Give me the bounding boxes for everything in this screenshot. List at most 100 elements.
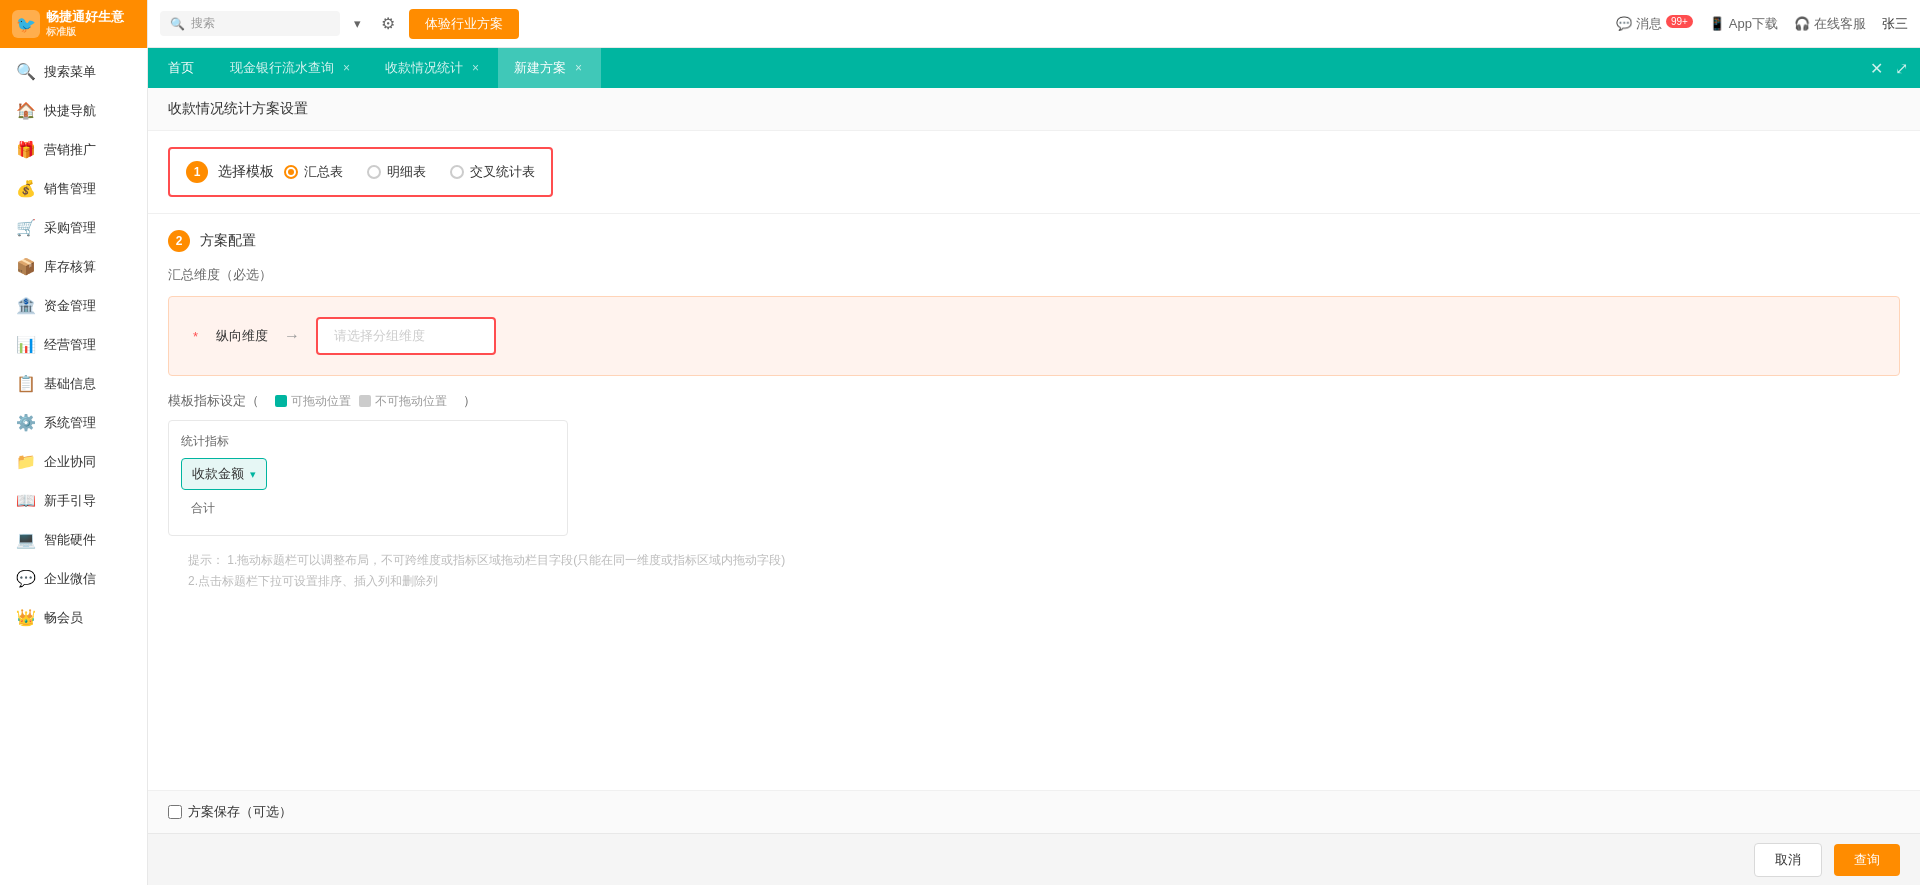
chat-icon: 💬 bbox=[16, 569, 36, 588]
home-icon: 🏠 bbox=[16, 101, 36, 120]
cart-icon: 🛒 bbox=[16, 218, 36, 237]
radio-detail-label: 明细表 bbox=[387, 163, 426, 181]
sidebar-item-system[interactable]: ⚙️ 系统管理 bbox=[0, 403, 147, 442]
tab-cash-query[interactable]: 现金银行流水查询 × bbox=[214, 48, 369, 88]
sidebar-item-enterprise[interactable]: 📁 企业协同 bbox=[0, 442, 147, 481]
sidebar-item-label: 资金管理 bbox=[44, 297, 96, 315]
dimension-title: 汇总维度（必选） bbox=[168, 266, 1900, 284]
book-icon: 📖 bbox=[16, 491, 36, 510]
messages-label: 消息 bbox=[1636, 15, 1662, 33]
content-area: 收款情况统计方案设置 1 选择模板 汇总表 bbox=[148, 88, 1920, 833]
save-section: 方案保存（可选） bbox=[148, 790, 1920, 833]
sidebar-item-wechat[interactable]: 💬 企业微信 bbox=[0, 559, 147, 598]
tab-cash-query-close[interactable]: × bbox=[340, 60, 353, 76]
save-checkbox-row: 方案保存（可选） bbox=[168, 803, 1900, 821]
service-item[interactable]: 🎧 在线客服 bbox=[1794, 15, 1866, 33]
sidebar-item-guide[interactable]: 📖 新手引导 bbox=[0, 481, 147, 520]
metrics-subtag: 合计 bbox=[181, 494, 555, 523]
page-header: 收款情况统计方案设置 bbox=[148, 88, 1920, 131]
radio-summary[interactable]: 汇总表 bbox=[284, 163, 343, 181]
main-area: 🔍 搜索 ▾ ⚙ 体验行业方案 💬 消息 99+ 📱 App下载 🎧 在线客服 … bbox=[148, 0, 1920, 885]
money-icon: 💰 bbox=[16, 179, 36, 198]
username: 张三 bbox=[1882, 15, 1908, 33]
crown-icon: 👑 bbox=[16, 608, 36, 627]
metrics-indicator-section: 统计指标 收款金额 ▾ 合计 bbox=[168, 420, 568, 536]
sidebar-item-label: 畅会员 bbox=[44, 609, 83, 627]
sidebar-item-sales[interactable]: 💰 销售管理 bbox=[0, 169, 147, 208]
legend-draggable: 可拖动位置 bbox=[275, 393, 351, 410]
dimension-select[interactable]: 请选择分组维度 bbox=[316, 317, 496, 355]
tab-new-plan-close[interactable]: × bbox=[572, 60, 585, 76]
sidebar-item-smart-hw[interactable]: 💻 智能硬件 bbox=[0, 520, 147, 559]
radio-detail[interactable]: 明细表 bbox=[367, 163, 426, 181]
tab-new-plan[interactable]: 新建方案 × bbox=[498, 48, 601, 88]
sidebar-item-label: 快捷导航 bbox=[44, 102, 96, 120]
save-checkbox[interactable] bbox=[168, 805, 182, 819]
sidebar-item-label: 企业微信 bbox=[44, 570, 96, 588]
tab-receipt-stats-label: 收款情况统计 bbox=[385, 59, 463, 77]
sidebar-item-label: 企业协同 bbox=[44, 453, 96, 471]
sidebar-item-basic-info[interactable]: 📋 基础信息 bbox=[0, 364, 147, 403]
download-item[interactable]: 📱 App下载 bbox=[1709, 15, 1778, 33]
tabs-right-actions: ✕ ⤢ bbox=[1866, 48, 1920, 88]
query-button[interactable]: 查询 bbox=[1834, 844, 1900, 876]
sidebar-item-inventory[interactable]: 📦 库存核算 bbox=[0, 247, 147, 286]
tab-receipt-stats-close[interactable]: × bbox=[469, 60, 482, 76]
step2-title: 方案配置 bbox=[200, 232, 256, 250]
step1-number: 1 bbox=[186, 161, 208, 183]
sidebar-item-search-menu[interactable]: 🔍 搜索菜单 bbox=[0, 52, 147, 91]
window-maximize-btn[interactable]: ⤢ bbox=[1891, 55, 1912, 82]
footer-actions: 取消 查询 bbox=[148, 833, 1920, 885]
tab-new-plan-label: 新建方案 bbox=[514, 59, 566, 77]
metrics-tag[interactable]: 收款金额 ▾ bbox=[181, 458, 267, 490]
industry-btn[interactable]: 体验行业方案 bbox=[409, 9, 519, 39]
sidebar-item-label: 销售管理 bbox=[44, 180, 96, 198]
tab-cash-query-label: 现金银行流水查询 bbox=[230, 59, 334, 77]
radio-crosstab-circle bbox=[450, 165, 464, 179]
sidebar-item-operation[interactable]: 📊 经营管理 bbox=[0, 325, 147, 364]
search-box[interactable]: 🔍 搜索 bbox=[160, 11, 340, 36]
metrics-tag-label: 收款金额 bbox=[192, 465, 244, 483]
radio-crosstab[interactable]: 交叉统计表 bbox=[450, 163, 535, 181]
sidebar-item-label: 库存核算 bbox=[44, 258, 96, 276]
arrow-icon: → bbox=[284, 327, 300, 345]
topbar-gear-icon[interactable]: ⚙ bbox=[375, 10, 401, 37]
sidebar-item-purchase[interactable]: 🛒 采购管理 bbox=[0, 208, 147, 247]
sidebar-item-member[interactable]: 👑 畅会员 bbox=[0, 598, 147, 637]
window-close-btn[interactable]: ✕ bbox=[1866, 55, 1887, 82]
template-radio-group: 汇总表 明细表 交叉统计表 bbox=[284, 159, 535, 185]
topbar-dropdown[interactable]: ▾ bbox=[348, 12, 367, 35]
fixed-dot bbox=[359, 395, 371, 407]
chart-icon: 📊 bbox=[16, 335, 36, 354]
sidebar-item-label: 基础信息 bbox=[44, 375, 96, 393]
step1-header: 1 选择模板 bbox=[186, 161, 274, 183]
laptop-icon: 💻 bbox=[16, 530, 36, 549]
bank-icon: 🏦 bbox=[16, 296, 36, 315]
sidebar-item-quick-nav[interactable]: 🏠 快捷导航 bbox=[0, 91, 147, 130]
sidebar-nav: 🔍 搜索菜单 🏠 快捷导航 🎁 营销推广 💰 销售管理 🛒 采购管理 📦 库存核… bbox=[0, 48, 147, 885]
sidebar-item-marketing[interactable]: 🎁 营销推广 bbox=[0, 130, 147, 169]
step2-section: 2 方案配置 汇总维度（必选） * 纵向维度 → 请选择分组维度 bbox=[148, 214, 1920, 790]
sidebar-item-label: 智能硬件 bbox=[44, 531, 96, 549]
radio-summary-circle bbox=[284, 165, 298, 179]
topbar: 🔍 搜索 ▾ ⚙ 体验行业方案 💬 消息 99+ 📱 App下载 🎧 在线客服 … bbox=[148, 0, 1920, 48]
metrics-section: 模板指标设定（ 可拖动位置 不可拖动位置 ） bbox=[168, 392, 1900, 536]
logo-icon: 🐦 bbox=[12, 10, 40, 38]
sidebar-logo: 🐦 畅捷通好生意 标准版 bbox=[0, 0, 147, 48]
radio-crosstab-label: 交叉统计表 bbox=[470, 163, 535, 181]
metrics-legend: 可拖动位置 不可拖动位置 bbox=[275, 393, 447, 410]
sidebar-item-finance[interactable]: 🏦 资金管理 bbox=[0, 286, 147, 325]
service-label: 在线客服 bbox=[1814, 15, 1866, 33]
metrics-label-text: 模板指标设定（ bbox=[168, 392, 259, 410]
sidebar-item-label: 经营管理 bbox=[44, 336, 96, 354]
tab-home[interactable]: 首页 bbox=[148, 48, 214, 88]
tab-receipt-stats[interactable]: 收款情况统计 × bbox=[369, 48, 498, 88]
cancel-button[interactable]: 取消 bbox=[1754, 843, 1822, 877]
download-icon: 📱 bbox=[1709, 16, 1725, 31]
required-marker: * bbox=[193, 329, 198, 344]
sidebar-item-label: 系统管理 bbox=[44, 414, 96, 432]
dimension-row: * 纵向维度 → 请选择分组维度 bbox=[193, 317, 1875, 355]
messages-item[interactable]: 💬 消息 99+ bbox=[1616, 15, 1693, 33]
gear-icon: ⚙️ bbox=[16, 413, 36, 432]
tips-line1: 提示： 1.拖动标题栏可以调整布局，不可跨维度或指标区域拖动栏目字段(只能在同一… bbox=[188, 552, 1880, 569]
